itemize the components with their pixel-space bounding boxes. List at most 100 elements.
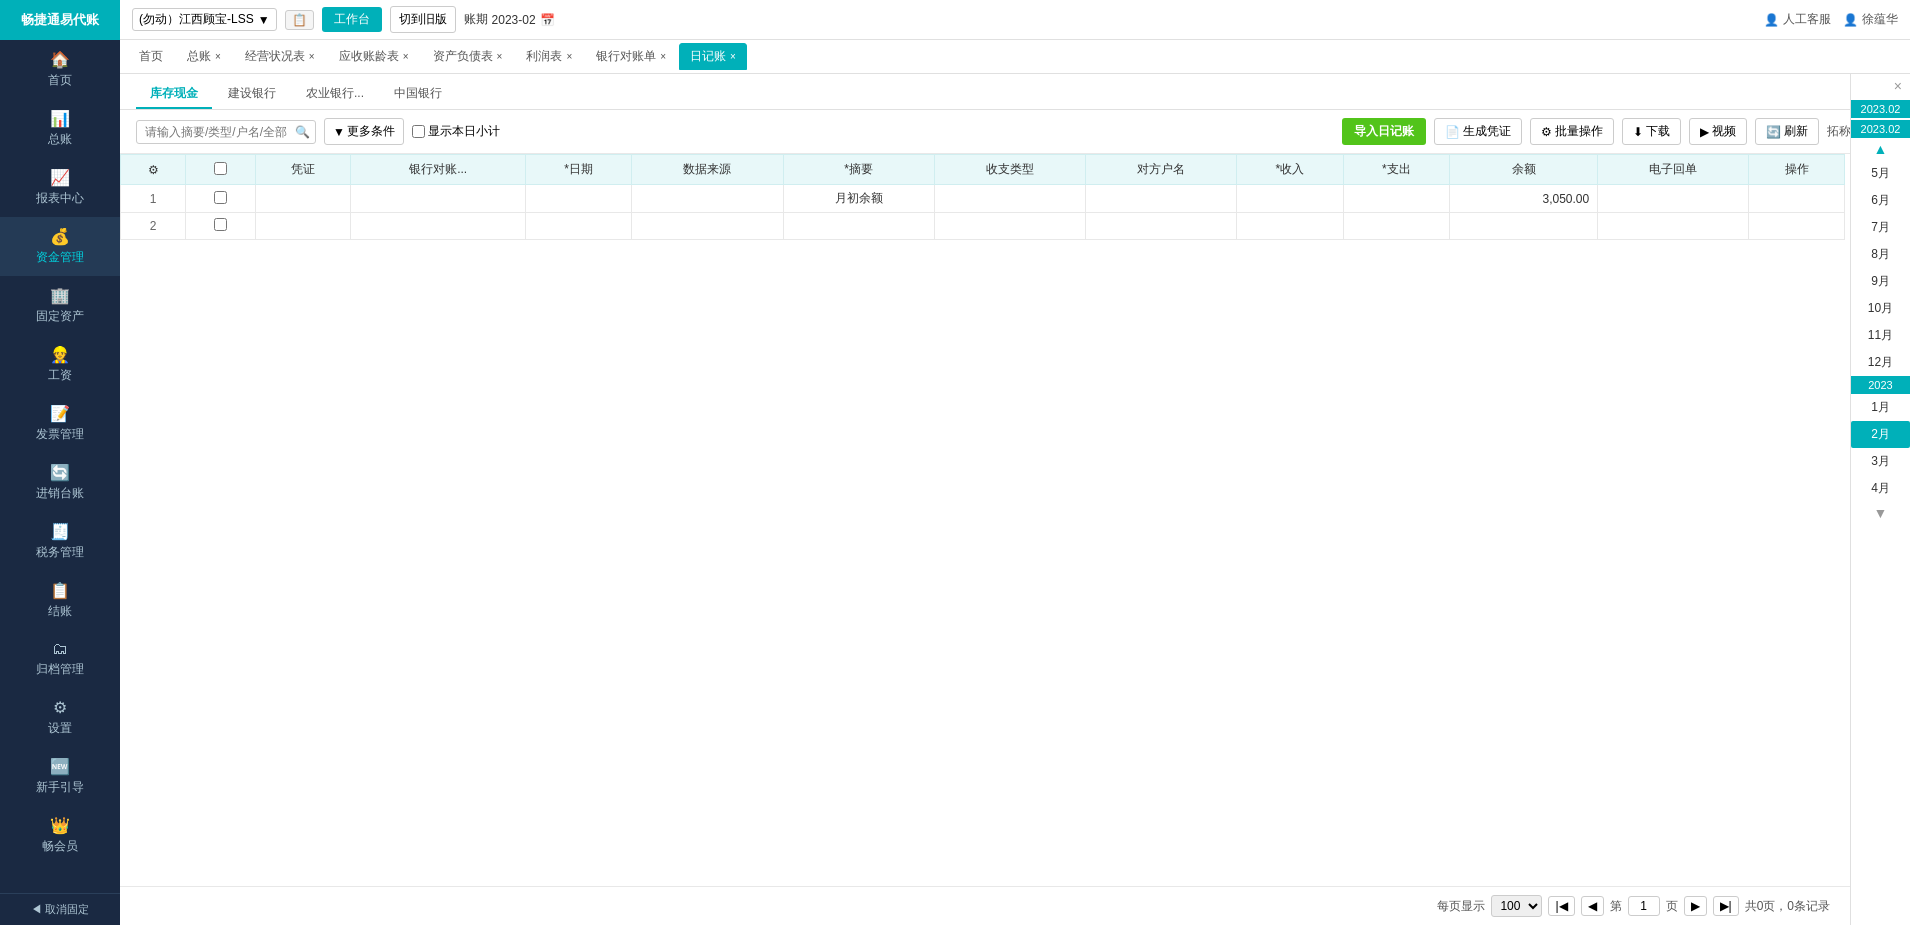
tab-close-icon[interactable]: × (660, 51, 666, 62)
sidebar-item-guide[interactable]: 🆕 新手引导 (0, 747, 120, 806)
tab-label: 利润表 (526, 48, 562, 65)
sidebar-item-member[interactable]: 👑 畅会员 (0, 806, 120, 865)
cell-counterpart (1086, 213, 1237, 240)
cell-checkbox[interactable] (186, 185, 256, 213)
month-item-12[interactable]: 12月 (1851, 349, 1910, 376)
month-item-6[interactable]: 6月 (1851, 187, 1910, 214)
sidebar-collapse-btn[interactable]: ◀ 取消固定 (0, 893, 120, 925)
sidebar-item-reports[interactable]: 📈 报表中心 (0, 158, 120, 217)
tab-journal[interactable]: 日记账 × (679, 43, 747, 70)
tab-close-icon[interactable]: × (497, 51, 503, 62)
sub-tabs: 库存现金 建设银行 农业银行... 中国银行 (120, 74, 1910, 110)
tab-profit[interactable]: 利润表 × (515, 43, 583, 70)
tab-close-icon[interactable]: × (730, 51, 736, 62)
scroll-down-arrow[interactable]: ▼ (1851, 502, 1910, 524)
prev-page-button[interactable]: ◀ (1581, 896, 1604, 916)
finance-icon: 💰 (50, 227, 70, 246)
cell-income (1237, 185, 1343, 213)
sidebar-item-label: 归档管理 (36, 661, 84, 678)
video-label: 视频 (1712, 123, 1736, 140)
month-item-9[interactable]: 9月 (1851, 268, 1910, 295)
import-journal-button[interactable]: 导入日记账 (1342, 118, 1426, 145)
batch-op-button[interactable]: ⚙ 批量操作 (1530, 118, 1614, 145)
next-page-button[interactable]: ▶ (1684, 896, 1707, 916)
sidebar-item-tax[interactable]: 🧾 税务管理 (0, 512, 120, 571)
copy-button[interactable]: 📋 (285, 10, 314, 30)
sub-tab-abc[interactable]: 农业银行... (292, 80, 378, 109)
sidebar-item-archive[interactable]: 🗂 归档管理 (0, 630, 120, 688)
month-item-3[interactable]: 3月 (1851, 448, 1910, 475)
tab-label: 经营状况表 (245, 48, 305, 65)
download-button[interactable]: ⬇ 下载 (1622, 118, 1681, 145)
page-number-input[interactable] (1628, 896, 1660, 916)
tab-ledger[interactable]: 总账 × (176, 43, 232, 70)
member-icon: 👑 (50, 816, 70, 835)
month-item-8[interactable]: 8月 (1851, 241, 1910, 268)
last-page-button[interactable]: ▶| (1713, 896, 1739, 916)
user-info[interactable]: 👤 徐蕴华 (1843, 11, 1898, 28)
first-page-button[interactable]: |◀ (1548, 896, 1574, 916)
filter-label: 更多条件 (347, 123, 395, 140)
search-icon[interactable]: 🔍 (295, 125, 310, 139)
cell-expense (1343, 213, 1449, 240)
sub-tab-boc[interactable]: 中国银行 (380, 80, 456, 109)
scroll-up-arrow[interactable]: ▲ (1851, 138, 1910, 160)
tab-close-icon[interactable]: × (566, 51, 572, 62)
workspace-button[interactable]: 工作台 (322, 7, 382, 32)
tab-bank-statement[interactable]: 银行对账单 × (585, 43, 677, 70)
month-item-10[interactable]: 10月 (1851, 295, 1910, 322)
sidebar-item-settings[interactable]: ⚙ 设置 (0, 688, 120, 747)
daily-subtotal-checkbox[interactable]: 显示本日小计 (412, 123, 500, 140)
sidebar-item-assets[interactable]: 🏢 固定资产 (0, 276, 120, 335)
tab-close-icon[interactable]: × (309, 51, 315, 62)
sub-tab-cash[interactable]: 库存现金 (136, 80, 212, 109)
select-all-checkbox[interactable] (214, 162, 227, 175)
old-version-button[interactable]: 切到旧版 (390, 6, 456, 33)
tab-balance-sheet[interactable]: 资产负债表 × (422, 43, 514, 70)
video-icon: ▶ (1700, 125, 1709, 139)
tab-close-icon[interactable]: × (403, 51, 409, 62)
toolbar: 🔍 ▼ 更多条件 显示本日小计 导入日记账 📄 生成凭证 ⚙ 批量操作 (120, 110, 1910, 154)
app-logo: 畅捷通易代账 (0, 0, 120, 40)
month-item-1[interactable]: 1月 (1851, 394, 1910, 421)
sub-tab-ccb[interactable]: 建设银行 (214, 80, 290, 109)
tab-receivable-aging[interactable]: 应收账龄表 × (328, 43, 420, 70)
cell-type (934, 185, 1085, 213)
tab-management-report[interactable]: 经营状况表 × (234, 43, 326, 70)
total-info: 共0页，0条记录 (1745, 898, 1830, 915)
sidebar-item-salary[interactable]: 👷 工资 (0, 335, 120, 394)
dropdown-icon: ▼ (258, 13, 270, 27)
month-item-7[interactable]: 7月 (1851, 214, 1910, 241)
sidebar-item-home[interactable]: 🏠 首页 (0, 40, 120, 99)
filter-icon: ▼ (333, 125, 345, 139)
filter-button[interactable]: ▼ 更多条件 (324, 118, 404, 145)
main-area: (勿动）江西顾宝-LSS ▼ 📋 工作台 切到旧版 账期 2023-02 📅 👤… (120, 0, 1910, 925)
daily-checkbox-input[interactable] (412, 125, 425, 138)
month-item-4[interactable]: 4月 (1851, 475, 1910, 502)
user-avatar: 👤 (1843, 13, 1858, 27)
search-input[interactable] (136, 120, 316, 144)
tab-close-icon[interactable]: × (215, 51, 221, 62)
home-icon: 🏠 (50, 50, 70, 69)
video-button[interactable]: ▶ 视频 (1689, 118, 1747, 145)
customer-service[interactable]: 👤 人工客服 (1764, 11, 1831, 28)
month-item-5[interactable]: 5月 (1851, 160, 1910, 187)
cell-checkbox[interactable] (186, 213, 256, 240)
generate-voucher-button[interactable]: 📄 生成凭证 (1434, 118, 1522, 145)
cell-date (525, 213, 631, 240)
sidebar-item-finance[interactable]: 💰 资金管理 (0, 217, 120, 276)
sidebar-item-close[interactable]: 📋 结账 (0, 571, 120, 630)
company-selector[interactable]: (勿动）江西顾宝-LSS ▼ (132, 8, 277, 31)
calendar-icon[interactable]: 📅 (540, 13, 555, 27)
month-item-11[interactable]: 11月 (1851, 322, 1910, 349)
close-calendar-button[interactable]: × (1851, 74, 1910, 98)
col-checkbox[interactable] (186, 155, 256, 185)
month-item-2-active[interactable]: 2月 (1851, 421, 1910, 448)
sidebar-item-invoice[interactable]: 📝 发票管理 (0, 394, 120, 453)
sidebar-item-sales[interactable]: 🔄 进销台账 (0, 453, 120, 512)
col-settings[interactable]: ⚙ (121, 155, 186, 185)
sidebar-item-ledger[interactable]: 📊 总账 (0, 99, 120, 158)
page-size-select[interactable]: 100 50 200 (1491, 895, 1542, 917)
tab-home[interactable]: 首页 (128, 43, 174, 70)
refresh-button[interactable]: 🔄 刷新 (1755, 118, 1819, 145)
